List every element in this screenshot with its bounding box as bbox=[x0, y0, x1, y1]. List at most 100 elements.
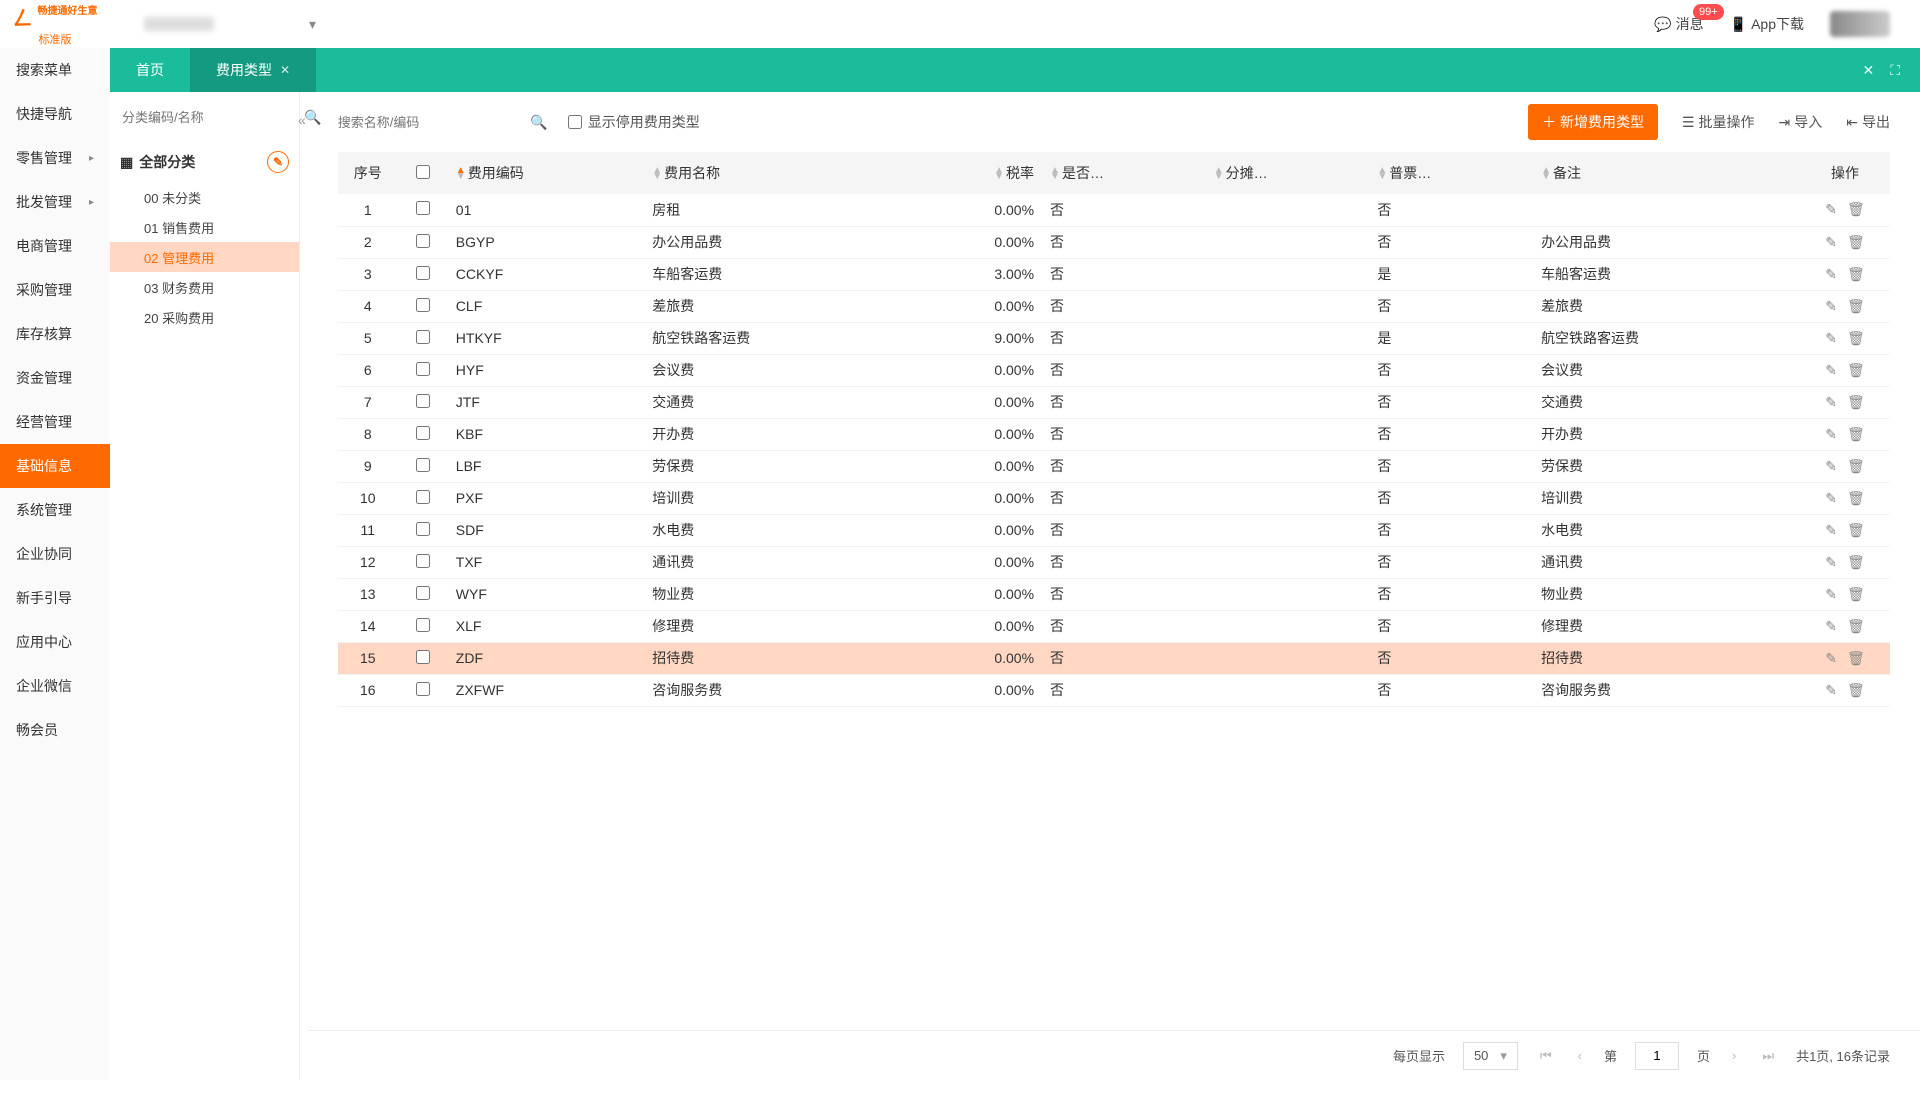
edit-icon[interactable]: ✎ bbox=[1825, 394, 1837, 411]
delete-icon[interactable]: 🗑 bbox=[1847, 554, 1865, 571]
delete-icon[interactable]: 🗑 bbox=[1847, 426, 1865, 443]
category-item[interactable]: 03 财务费用 bbox=[110, 272, 299, 302]
table-row[interactable]: 14XLF修理费0.00%否否修理费✎🗑 bbox=[338, 610, 1890, 642]
row-checkbox[interactable] bbox=[416, 586, 430, 600]
delete-icon[interactable]: 🗑 bbox=[1847, 394, 1865, 411]
edit-icon[interactable]: ✎ bbox=[1825, 201, 1837, 218]
batch-button[interactable]: ☰ 批量操作 bbox=[1682, 112, 1755, 132]
search-icon[interactable]: 🔍 bbox=[530, 114, 547, 131]
table-row[interactable]: 4CLF差旅费0.00%否否差旅费✎🗑 bbox=[338, 290, 1890, 322]
col-ticket[interactable]: ▲▼普票… bbox=[1369, 152, 1533, 194]
edit-icon[interactable]: ✎ bbox=[1825, 554, 1837, 571]
messages-button[interactable]: 💬 消息 99+ bbox=[1654, 14, 1703, 34]
edit-icon[interactable]: ✎ bbox=[1825, 522, 1837, 539]
leftnav-item[interactable]: 资金管理 bbox=[0, 356, 110, 400]
edit-icon[interactable]: ✎ bbox=[1825, 618, 1837, 635]
last-page-button[interactable]: ⏭ bbox=[1758, 1048, 1778, 1064]
cell-checkbox[interactable] bbox=[398, 418, 448, 450]
row-checkbox[interactable] bbox=[416, 362, 430, 376]
row-checkbox[interactable] bbox=[416, 330, 430, 344]
edit-icon[interactable]: ✎ bbox=[1825, 490, 1837, 507]
show-disabled-checkbox[interactable]: 显示停用费用类型 bbox=[568, 112, 700, 132]
category-item[interactable]: 01 销售费用 bbox=[110, 212, 299, 242]
cell-checkbox[interactable] bbox=[398, 354, 448, 386]
table-row[interactable]: 13WYF物业费0.00%否否物业费✎🗑 bbox=[338, 578, 1890, 610]
delete-icon[interactable]: 🗑 bbox=[1847, 586, 1865, 603]
category-item[interactable]: 02 管理费用 bbox=[110, 242, 299, 272]
category-search-input[interactable] bbox=[122, 110, 298, 125]
cell-checkbox[interactable] bbox=[398, 482, 448, 514]
leftnav-item[interactable]: 应用中心 bbox=[0, 620, 110, 664]
leftnav-item[interactable]: 经营管理 bbox=[0, 400, 110, 444]
row-checkbox[interactable] bbox=[416, 426, 430, 440]
category-item[interactable]: 20 采购费用 bbox=[110, 302, 299, 332]
col-remark[interactable]: ▲▼备注 bbox=[1533, 152, 1800, 194]
edit-icon[interactable]: ✎ bbox=[1825, 298, 1837, 315]
export-button[interactable]: ⇤ 导出 bbox=[1846, 112, 1890, 132]
table-row[interactable]: 5HTKYF航空铁路客运费9.00%否是航空铁路客运费✎🗑 bbox=[338, 322, 1890, 354]
first-page-button[interactable]: ⏮ bbox=[1536, 1048, 1556, 1064]
app-download-button[interactable]: 📱 App下载 bbox=[1730, 14, 1804, 34]
cell-checkbox[interactable] bbox=[398, 674, 448, 706]
table-row[interactable]: 6HYF会议费0.00%否否会议费✎🗑 bbox=[338, 354, 1890, 386]
cell-checkbox[interactable] bbox=[398, 386, 448, 418]
row-checkbox[interactable] bbox=[416, 522, 430, 536]
edit-icon[interactable]: ✎ bbox=[1825, 330, 1837, 347]
leftnav-item[interactable]: 采购管理 bbox=[0, 268, 110, 312]
table-row[interactable]: 2BGYP办公用品费0.00%否否办公用品费✎🗑 bbox=[338, 226, 1890, 258]
org-selector[interactable]: ▾ bbox=[130, 9, 330, 39]
table-row[interactable]: 9LBF劳保费0.00%否否劳保费✎🗑 bbox=[338, 450, 1890, 482]
row-checkbox[interactable] bbox=[416, 201, 430, 215]
col-seq[interactable]: 序号 bbox=[338, 152, 398, 194]
edit-icon[interactable]: ✎ bbox=[1825, 234, 1837, 251]
tab[interactable]: 费用类型✕ bbox=[190, 48, 316, 92]
row-checkbox[interactable] bbox=[416, 490, 430, 504]
per-page-select[interactable]: 50 ▾ bbox=[1463, 1042, 1518, 1070]
cell-checkbox[interactable] bbox=[398, 546, 448, 578]
table-row[interactable]: 16ZXFWF咨询服务费0.00%否否咨询服务费✎🗑 bbox=[338, 674, 1890, 706]
leftnav-item[interactable]: 系统管理 bbox=[0, 488, 110, 532]
delete-icon[interactable]: 🗑 bbox=[1847, 266, 1865, 283]
cell-checkbox[interactable] bbox=[398, 226, 448, 258]
col-tax[interactable]: ▲▼税率 bbox=[911, 152, 1042, 194]
category-all[interactable]: ▦ 全部分类 ✎ bbox=[110, 142, 299, 182]
row-checkbox[interactable] bbox=[416, 266, 430, 280]
delete-icon[interactable]: 🗑 bbox=[1847, 618, 1865, 635]
delete-icon[interactable]: 🗑 bbox=[1847, 362, 1865, 379]
leftnav-item[interactable]: 批发管理▸ bbox=[0, 180, 110, 224]
cell-checkbox[interactable] bbox=[398, 642, 448, 674]
edit-icon[interactable]: ✎ bbox=[1825, 266, 1837, 283]
delete-icon[interactable]: 🗑 bbox=[1847, 522, 1865, 539]
table-row[interactable]: 11SDF水电费0.00%否否水电费✎🗑 bbox=[338, 514, 1890, 546]
edit-icon[interactable]: ✎ bbox=[1825, 458, 1837, 475]
delete-icon[interactable]: 🗑 bbox=[1847, 458, 1865, 475]
table-row[interactable]: 15ZDF招待费0.00%否否招待费✎🗑 bbox=[338, 642, 1890, 674]
table-search-input[interactable] bbox=[338, 115, 523, 130]
category-item[interactable]: 00 未分类 bbox=[110, 182, 299, 212]
col-code[interactable]: ▲▼费用编码 bbox=[448, 152, 644, 194]
table-row[interactable]: 12TXF通讯费0.00%否否通讯费✎🗑 bbox=[338, 546, 1890, 578]
next-page-button[interactable]: › bbox=[1728, 1048, 1740, 1063]
row-checkbox[interactable] bbox=[416, 618, 430, 632]
edit-icon[interactable]: ✎ bbox=[1825, 586, 1837, 603]
avatar[interactable] bbox=[1830, 11, 1890, 37]
delete-icon[interactable]: 🗑 bbox=[1847, 682, 1865, 699]
delete-icon[interactable]: 🗑 bbox=[1847, 234, 1865, 251]
table-row[interactable]: 101房租0.00%否否✎🗑 bbox=[338, 194, 1890, 226]
edit-icon[interactable]: ✎ bbox=[1825, 682, 1837, 699]
cell-checkbox[interactable] bbox=[398, 322, 448, 354]
leftnav-item[interactable]: 基础信息 bbox=[0, 444, 110, 488]
leftnav-item[interactable]: 库存核算 bbox=[0, 312, 110, 356]
col-alloc[interactable]: ▲▼分摊… bbox=[1206, 152, 1370, 194]
cell-checkbox[interactable] bbox=[398, 290, 448, 322]
row-checkbox[interactable] bbox=[416, 554, 430, 568]
table-row[interactable]: 10PXF培训费0.00%否否培训费✎🗑 bbox=[338, 482, 1890, 514]
leftnav-item[interactable]: 企业协同 bbox=[0, 532, 110, 576]
table-row[interactable]: 7JTF交通费0.00%否否交通费✎🗑 bbox=[338, 386, 1890, 418]
tab[interactable]: 首页 bbox=[110, 48, 190, 92]
leftnav-item[interactable]: 快捷导航 bbox=[0, 92, 110, 136]
leftnav-item[interactable]: 搜索菜单 bbox=[0, 48, 110, 92]
select-all-checkbox[interactable] bbox=[416, 165, 430, 179]
prev-page-button[interactable]: ‹ bbox=[1574, 1048, 1586, 1063]
row-checkbox[interactable] bbox=[416, 298, 430, 312]
